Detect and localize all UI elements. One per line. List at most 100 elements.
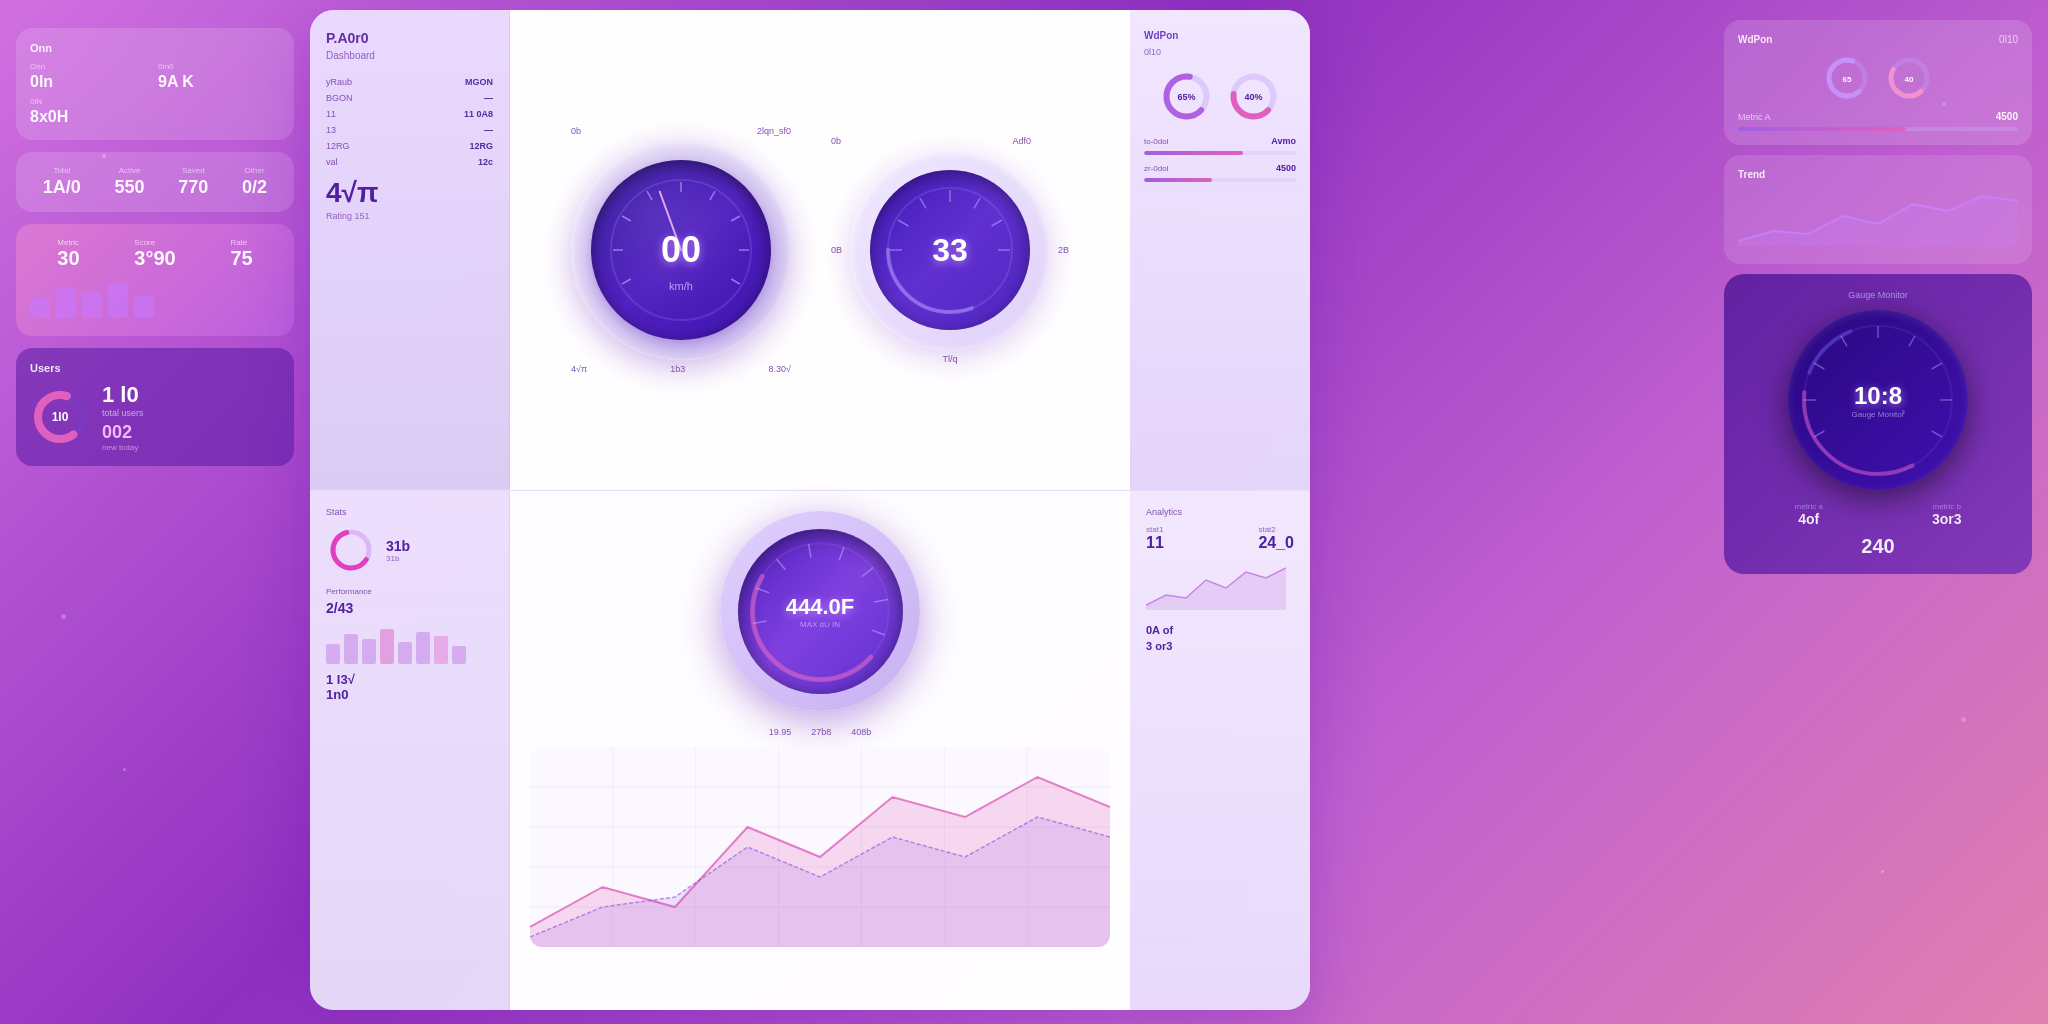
gauge-label-tr: 2lqn_sf0: [757, 126, 791, 136]
svg-rect-39: [380, 629, 394, 664]
svg-line-15: [710, 191, 715, 200]
far-right-bottom-number: 240: [1740, 535, 2016, 558]
right-panel-title: WdPon: [1144, 30, 1296, 41]
svg-line-49: [808, 544, 810, 558]
left-dark-card: Users 1l0 1 l0 total users 002 new today: [16, 348, 294, 466]
main-card: P.A0r0 Dashboard yRaubMGON BGON— 1111 0A…: [310, 10, 1310, 1010]
left-gauge-wrapper: 0b 2lqn_sf0: [571, 126, 791, 374]
bar-chart-mini: [30, 278, 280, 322]
panel-title: P.A0r0: [326, 30, 493, 46]
right-gauge: 33: [850, 150, 1050, 350]
bottom-left-bars: [326, 624, 486, 664]
gauge2-label-tr: Adf0: [1012, 136, 1031, 146]
svg-line-13: [647, 191, 652, 200]
bottom-metric-a: 31b: [386, 538, 410, 554]
right-card-title: WdPon: [1738, 34, 1772, 45]
stat-550: Active 550: [115, 166, 145, 198]
line-chart: [530, 747, 1110, 947]
svg-rect-38: [362, 639, 376, 664]
stat-0m0: 0m0 9A K: [158, 62, 280, 91]
metric-30: Metric 30: [57, 238, 79, 270]
main-top-section: P.A0r0 Dashboard yRaubMGON BGON— 1111 0A…: [310, 10, 1310, 490]
svg-line-75: [1814, 363, 1824, 369]
svg-line-22: [898, 220, 908, 226]
right-side-panels: WdPon 0l10 65 40 Metric A 4500 Trend: [1708, 0, 2048, 1024]
right-sparkline: [1738, 186, 2018, 246]
stat-0r2: Other 0/2: [242, 166, 267, 198]
panel-subtitle: Dashboard: [326, 50, 493, 61]
right-gauge-wrapper: 0b Adf0 0B: [831, 136, 1069, 364]
left-gauge-unit: km/h: [591, 280, 771, 292]
svg-rect-0: [30, 298, 50, 318]
chart-svg: [530, 747, 1110, 947]
svg-rect-3: [108, 283, 128, 318]
svg-text:65: 65: [1843, 75, 1852, 84]
right-large-gauge-card: Gauge Monitor: [1724, 274, 2032, 574]
svg-line-48: [776, 559, 785, 570]
svg-rect-37: [344, 634, 358, 664]
stat-770: Saved 770: [178, 166, 208, 198]
left-gradient-card: Metric 30 Score 3°90 Rate 75: [16, 224, 294, 336]
svg-text:65%: 65%: [1177, 92, 1195, 102]
gauge2-left-label: 0B: [831, 245, 842, 255]
gauge2-bottom-label: Tl/q: [831, 354, 1069, 364]
left-top-title: Onn: [30, 42, 280, 54]
bottom-left-donut: [326, 525, 376, 575]
metric-75: Rate 75: [230, 238, 252, 270]
bottom-left-panel: Stats 31b 31b Performance 2/43: [310, 491, 510, 1010]
svg-line-50: [839, 547, 844, 560]
far-right-val1: 4of: [1794, 511, 1822, 527]
gauge-section: 0b 2lqn_sf0: [510, 10, 1130, 490]
right-panel-subtitle: 0l10: [1144, 47, 1296, 57]
svg-rect-41: [416, 632, 430, 664]
mini-donut-left: 1l0: [30, 387, 90, 447]
stat-1a0: Total 1A/0: [43, 166, 81, 198]
left-gauge-value: 00: [661, 229, 701, 271]
bottom-values: 1 l3√: [326, 672, 493, 687]
svg-rect-36: [326, 644, 340, 664]
svg-text:40%: 40%: [1244, 92, 1262, 102]
right-gauge-title: Gauge Monitor: [1740, 290, 2016, 300]
bottom-right-val1: 11: [1146, 534, 1164, 552]
stat-0lN: 0lN 8x0H: [30, 97, 152, 126]
svg-line-12: [622, 216, 631, 221]
svg-line-23: [920, 198, 926, 208]
gauge-label-tl: 0b: [571, 126, 581, 136]
gauge-label-bc: 1b3: [670, 364, 685, 374]
svg-rect-42: [434, 636, 448, 664]
gauge-label-br: 8.30√: [769, 364, 791, 374]
svg-rect-1: [56, 288, 76, 318]
svg-rect-4: [134, 296, 154, 318]
svg-text:1l0: 1l0: [52, 410, 69, 424]
svg-line-53: [871, 630, 884, 635]
card-right-panel: WdPon 0l10 65% 40% to-0dol Avmo: [1130, 10, 1310, 490]
bottom-center-panel: 444.0F MAX dU IN 19.95 27b8 408b: [510, 491, 1130, 1010]
chart-label-1: 19.95: [769, 727, 792, 737]
donut-row: 65% 40%: [1144, 69, 1296, 124]
svg-line-16: [731, 216, 740, 221]
left-gauge: 00 km/h: [571, 140, 791, 360]
donut-b: 40%: [1226, 69, 1281, 124]
svg-line-81: [1932, 431, 1942, 437]
br-value1: 0A of: [1146, 624, 1294, 636]
svg-rect-43: [452, 646, 466, 664]
far-right-val2: 3or3: [1932, 511, 1962, 527]
right-top-card: WdPon 0l10 65 40 Metric A 4500: [1724, 20, 2032, 145]
br-value2: 3 or3: [1146, 640, 1294, 652]
right-donut-a: 65: [1822, 53, 1872, 103]
right-large-gauge: 10:8 Gauge Monitor: [1788, 310, 1968, 490]
donut-a: 65%: [1159, 69, 1214, 124]
svg-rect-40: [398, 642, 412, 664]
right-card-subtitle: 0l10: [1999, 34, 2018, 45]
svg-line-79: [1932, 363, 1942, 369]
stat-onn: Onn 0ln: [30, 62, 152, 91]
bottom-metric-b: 2/43: [326, 600, 493, 616]
gauge2-label-tl: 0b: [831, 136, 841, 146]
bottom-value2: 1n0: [326, 687, 493, 702]
panel-big-number: 4√π: [326, 179, 493, 207]
chart-label-2: 27b8: [811, 727, 831, 737]
right-gauge-value: 33: [932, 232, 968, 269]
right-donut-b: 40: [1884, 53, 1934, 103]
svg-rect-2: [82, 293, 102, 318]
left-top-card: Onn Onn 0ln 0m0 9A K 0lN 8x0H: [16, 28, 294, 140]
